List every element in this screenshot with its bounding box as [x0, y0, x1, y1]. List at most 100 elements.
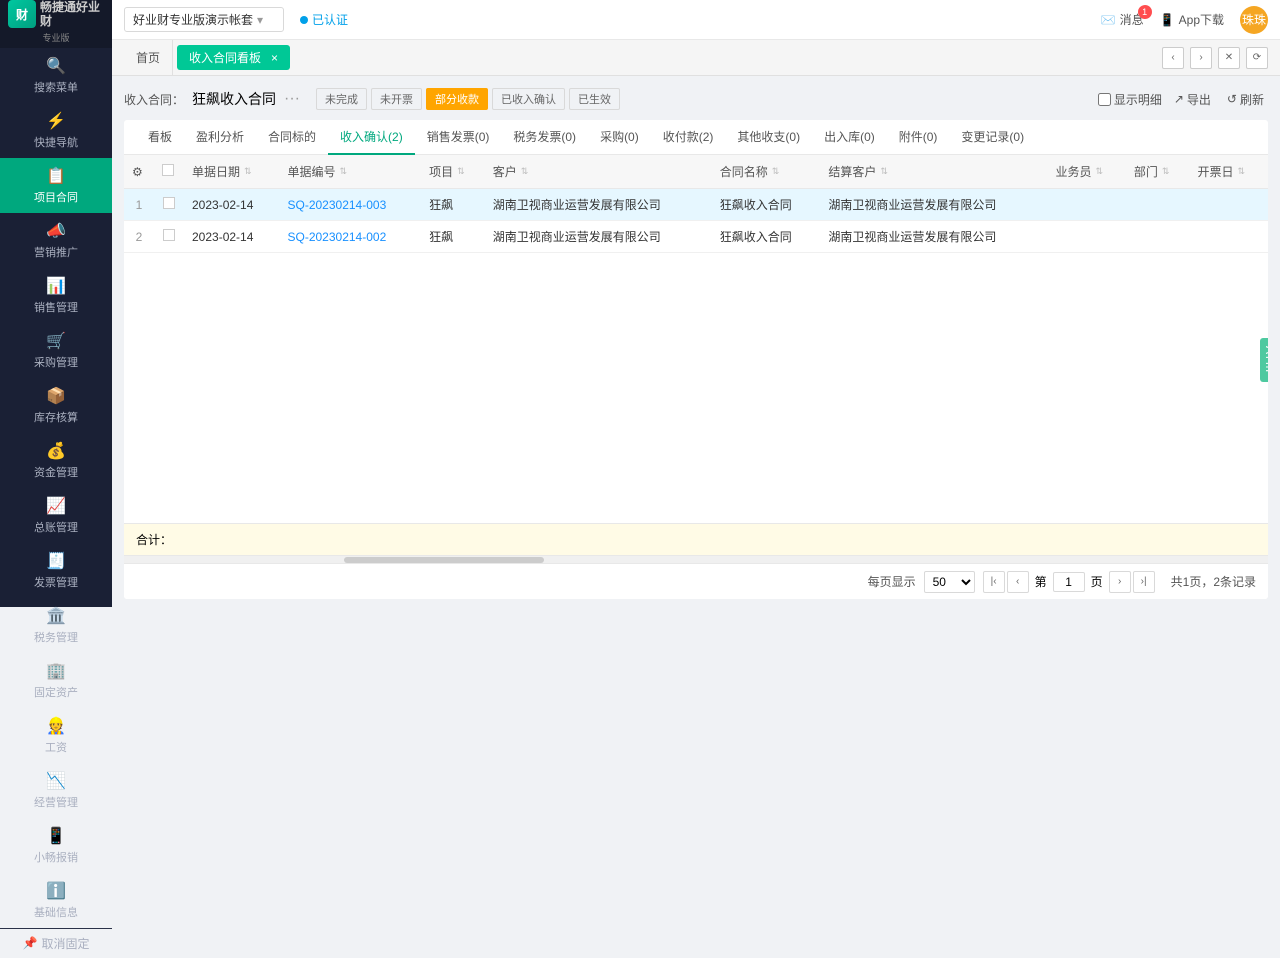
message-badge: 1 — [1138, 5, 1152, 19]
scroll-bar[interactable] — [124, 555, 1268, 563]
tab-home[interactable]: 首页 — [124, 40, 173, 76]
sidebar-icon-5: 🛒 — [46, 331, 66, 351]
sidebar-item-13[interactable]: 📉 经营管理 — [0, 763, 112, 818]
user-avatar-btn[interactable]: 珠珠 — [1240, 6, 1268, 34]
status-incomplete[interactable]: 未完成 — [316, 88, 367, 110]
project-col-header[interactable]: 项目⇅ — [421, 155, 485, 189]
content-title-prefix: 收入合同： — [124, 91, 184, 108]
nav-refresh-btn[interactable]: ⟳ — [1246, 47, 1268, 69]
tab-income-contract[interactable]: 收入合同看板 × — [177, 45, 290, 70]
sidebar-item-6[interactable]: 📦库存核算 — [0, 378, 112, 433]
nav-next-btn[interactable]: › — [1190, 47, 1212, 69]
sidebar-item-4[interactable]: 📊销售管理 — [0, 268, 112, 323]
sub-tab-2[interactable]: 合同标的 — [256, 120, 328, 155]
sidebar-item-7[interactable]: 💰资金管理 — [0, 433, 112, 488]
nav-close-btn[interactable]: ✕ — [1218, 47, 1240, 69]
sidebar-icon-10: 🏛️ — [46, 606, 66, 626]
row-dept-1 — [1126, 221, 1190, 253]
sub-tab-5[interactable]: 税务发票(0) — [501, 120, 588, 155]
sidebar-item-8[interactable]: 📈总账管理 — [0, 488, 112, 543]
page-last-btn[interactable]: ›| — [1133, 571, 1155, 593]
nav-prev-btn[interactable]: ‹ — [1162, 47, 1184, 69]
status-no-invoice[interactable]: 未开票 — [371, 88, 422, 110]
sidebar-item-11[interactable]: 🏢固定资产 — [0, 653, 112, 708]
sidebar-bottom: 📌 取消固定 — [0, 928, 112, 958]
row-checkbox-1[interactable] — [154, 221, 184, 253]
sub-tab-0[interactable]: 看板 — [136, 120, 184, 155]
export-btn[interactable]: ↗ 导出 — [1170, 89, 1215, 110]
row-order-num-1[interactable]: SQ-20230214-002 — [280, 221, 422, 253]
page-size-select[interactable]: 50 20 100 200 — [924, 571, 975, 593]
settlement-col-header[interactable]: 结算客户⇅ — [820, 155, 1047, 189]
sort-date-icon: ⇅ — [244, 166, 252, 177]
contract-col-header[interactable]: 合同名称⇅ — [712, 155, 821, 189]
customer-col-header[interactable]: 客户⇅ — [485, 155, 712, 189]
sub-tab-7[interactable]: 收付款(2) — [651, 120, 726, 155]
page-prev-btn[interactable]: ‹ — [1007, 571, 1029, 593]
row-num-1: 2 — [124, 221, 154, 253]
sub-tab-8[interactable]: 其他收支(0) — [725, 120, 812, 155]
nav-controls: ‹ › ✕ ⟳ — [1162, 47, 1268, 69]
date-col-header[interactable]: 单据日期⇅ — [184, 155, 280, 189]
message-btn[interactable]: ✉️ 消息 1 — [1101, 11, 1144, 28]
salesman-col-header[interactable]: 业务员⇅ — [1047, 155, 1125, 189]
sidebar-label-1: 快捷导航 — [34, 134, 78, 150]
sidebar-item-3[interactable]: 📣营销推广 — [0, 213, 112, 268]
sidebar-item-5[interactable]: 🛒采购管理 — [0, 323, 112, 378]
show-detail-toggle[interactable]: 显示明细 — [1098, 91, 1162, 108]
sidebar-item-9[interactable]: 🧾发票管理 — [0, 543, 112, 598]
sub-tab-9[interactable]: 出入库(0) — [812, 120, 887, 155]
status-partial[interactable]: 部分收款 — [426, 88, 488, 110]
sort-customer-icon: ⇅ — [521, 166, 529, 177]
show-detail-checkbox[interactable] — [1098, 93, 1111, 106]
sidebar-pin-toggle[interactable]: 📌 取消固定 — [0, 929, 112, 958]
sub-tab-1[interactable]: 盈利分析 — [184, 120, 256, 155]
table-row[interactable]: 1 2023-02-14 SQ-20230214-003 狂飙 湖南卫视商业运营… — [124, 189, 1268, 221]
company-selector[interactable]: 好业财专业版演示帐套 ▾ — [124, 7, 284, 32]
page-number-input[interactable] — [1053, 572, 1085, 592]
checkbox-col-header — [154, 155, 184, 189]
sidebar-item-15[interactable]: ℹ️基础信息 — [0, 873, 112, 928]
sidebar-item-2[interactable]: 📋项目合同 — [0, 158, 112, 213]
sidebar-item-12[interactable]: 👷工资 — [0, 708, 112, 763]
topbar-right: ✉️ 消息 1 📱 App下载 珠珠 — [1101, 6, 1268, 34]
row-order-num-0[interactable]: SQ-20230214-003 — [280, 189, 422, 221]
dept-col-header[interactable]: 部门⇅ — [1126, 155, 1190, 189]
app-tag: 专业版 — [0, 29, 112, 48]
invoice-date-col-header[interactable]: 开票日⇅ — [1190, 155, 1269, 189]
sub-tab-11[interactable]: 变更记录(0) — [949, 120, 1036, 155]
scroll-thumb[interactable] — [344, 557, 544, 563]
right-panel-btn[interactable]: Arm — [1260, 338, 1268, 382]
main-area: 好业财专业版演示帐套 ▾ 已认证 ✉️ 消息 1 📱 App下载 珠珠 — [112, 0, 1280, 607]
sidebar-label-13: 经营管理 — [34, 794, 78, 810]
sidebar-item-10[interactable]: 🏛️税务管理 — [0, 598, 112, 653]
sidebar-item-14[interactable]: 📱小畅报销 — [0, 818, 112, 873]
tab-close-icon[interactable]: × — [271, 51, 278, 65]
page-total-info: 共1页，2条记录 — [1171, 573, 1256, 590]
sub-tab-3[interactable]: 收入确认(2) — [328, 120, 415, 155]
table-area[interactable]: ⚙ 单据日期⇅ 单据编号⇅ — [124, 155, 1268, 523]
sub-tab-6[interactable]: 采购(0) — [588, 120, 651, 155]
table-row[interactable]: 2 2023-02-14 SQ-20230214-002 狂飙 湖南卫视商业运营… — [124, 221, 1268, 253]
settings-icon[interactable]: ⚙ — [132, 165, 143, 179]
sidebar-icon-3: 📣 — [46, 221, 66, 241]
num-col-header[interactable]: 单据编号⇅ — [280, 155, 422, 189]
row-checkbox-0[interactable] — [154, 189, 184, 221]
app-download-btn[interactable]: 📱 App下载 — [1160, 11, 1224, 28]
refresh-btn[interactable]: ↺ 刷新 — [1223, 89, 1268, 110]
select-all-checkbox[interactable] — [162, 164, 174, 176]
sort-settlement-icon: ⇅ — [880, 166, 888, 177]
sidebar-item-0[interactable]: 🔍搜索菜单 — [0, 48, 112, 103]
sub-tabs: 看板盈利分析合同标的收入确认(2)销售发票(0)税务发票(0)采购(0)收付款(… — [124, 120, 1268, 155]
more-options-btn[interactable]: ··· — [284, 90, 300, 108]
sidebar-icon-13: 📉 — [46, 771, 66, 791]
page-next-btn[interactable]: › — [1109, 571, 1131, 593]
sidebar-icon-0: 🔍 — [46, 56, 66, 76]
sub-tab-10[interactable]: 附件(0) — [887, 120, 950, 155]
sidebar-item-1[interactable]: ⚡快捷导航 — [0, 103, 112, 158]
status-active[interactable]: 已生效 — [569, 88, 620, 110]
row-customer-0: 湖南卫视商业运营发展有限公司 — [485, 189, 712, 221]
status-confirmed[interactable]: 已收入确认 — [492, 88, 565, 110]
sub-tab-4[interactable]: 销售发票(0) — [415, 120, 502, 155]
page-first-btn[interactable]: |‹ — [983, 571, 1005, 593]
